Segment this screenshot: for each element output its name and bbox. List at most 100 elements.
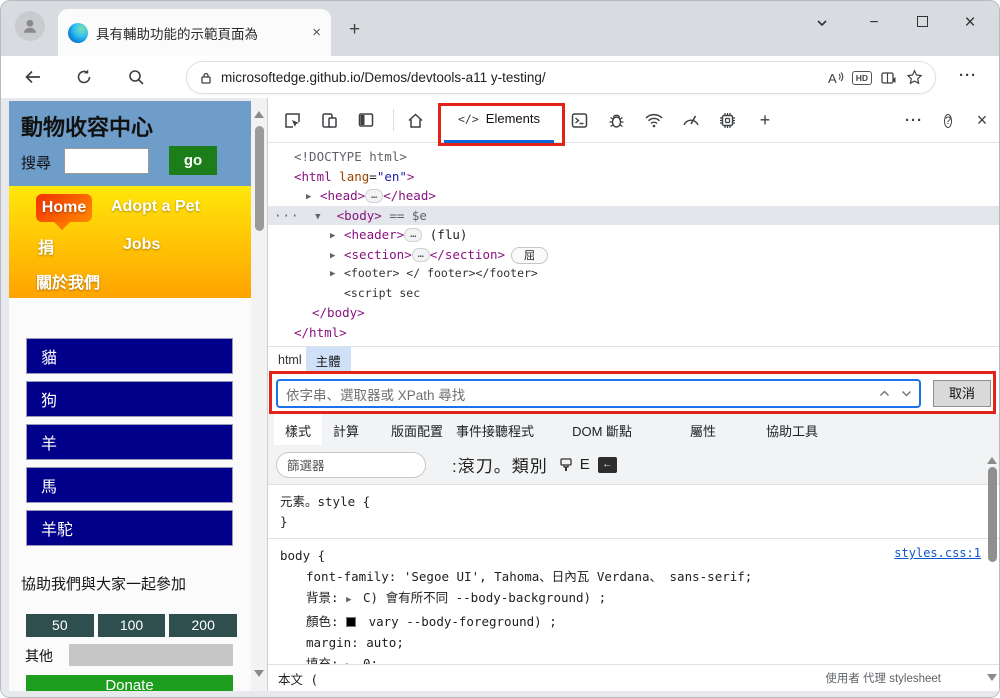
amount-button-100[interactable]: 100 <box>98 614 166 637</box>
expand-icon[interactable]: ▶ <box>306 188 320 208</box>
nav-about-us[interactable]: 關於我們 <box>36 269 100 293</box>
donate-button[interactable]: Donate <box>26 675 233 691</box>
refresh-button[interactable] <box>75 68 101 86</box>
panel-toggle-icon[interactable]: ← <box>598 457 617 473</box>
tab-computed[interactable]: 計算 <box>322 414 370 445</box>
device-emulation-icon[interactable] <box>317 108 341 132</box>
go-button[interactable]: go <box>169 146 217 175</box>
ellipsis-pill[interactable]: … <box>365 189 383 203</box>
devtools-more-icon[interactable]: ··· <box>901 112 927 129</box>
devtools-help-icon[interactable]: ? <box>935 111 961 129</box>
immersive-reader-icon[interactable] <box>880 70 898 86</box>
dom-doctype[interactable]: <!DOCTYPE html> <box>268 147 1000 167</box>
new-tab-button[interactable]: + <box>349 19 360 41</box>
scroll-up-icon[interactable] <box>987 452 997 464</box>
styles-scrollbar[interactable] <box>986 450 999 688</box>
browser-tab[interactable]: 具有輔助功能的示範頁面為 × <box>58 9 331 56</box>
url-bar[interactable]: microsoftedge.github.io/Demos/devtools-a… <box>186 61 936 94</box>
tab-styles[interactable]: 樣式 <box>274 414 322 445</box>
other-amount-input[interactable] <box>69 644 233 666</box>
css-property[interactable]: margin: auto; <box>280 632 989 653</box>
hov-cls-toggle[interactable]: :滾刀。類別 <box>452 452 548 477</box>
nav-adopt-a-pet[interactable]: Adopt a Pet <box>111 198 200 216</box>
ellipsis-pill[interactable]: … <box>404 228 422 242</box>
element-style-selector[interactable]: 元素。style { <box>280 492 989 512</box>
minimize-button[interactable]: − <box>863 14 885 32</box>
styles-scrollbar-thumb[interactable] <box>988 467 997 562</box>
dom-body-selected[interactable]: ··· ▼ <body> == $e <box>268 206 1000 226</box>
dom-html-open[interactable]: <html lang="en"> <box>268 167 1000 187</box>
css-property[interactable]: font-family: 'Segoe UI', Tahoma、日內瓦 Verd… <box>280 566 989 587</box>
node-more-icon[interactable]: ··· <box>274 208 300 223</box>
find-next-icon[interactable] <box>895 383 917 405</box>
expand-icon[interactable]: ▶ <box>346 595 351 605</box>
breadcrumb-html[interactable]: html <box>278 353 302 367</box>
amount-button-200[interactable]: 200 <box>169 614 237 637</box>
animal-button-sheep[interactable]: 羊 <box>26 424 233 460</box>
tab-event-listeners[interactable]: 事件接聽程式 <box>454 414 545 445</box>
url-text[interactable]: microsoftedge.github.io/Demos/devtools-a… <box>221 70 818 85</box>
expand-icon[interactable]: ▶ <box>330 265 344 285</box>
nav-home[interactable]: Home <box>36 194 92 222</box>
stylesheet-link[interactable]: styles.css:1 <box>894 546 981 560</box>
dom-head[interactable]: ▶<head>…</head> <box>268 186 1000 206</box>
dom-body-close[interactable]: </body> <box>268 303 1000 323</box>
inspect-element-icon[interactable] <box>280 108 304 132</box>
tab-close-icon[interactable]: × <box>312 24 321 41</box>
page-scrollbar[interactable] <box>251 98 267 691</box>
browser-menu-icon[interactable]: ··· <box>959 67 977 84</box>
dom-html-close[interactable]: </html> <box>268 323 1000 343</box>
dom-footer[interactable]: ▶<footer> </ footer></footer> <box>268 264 1000 284</box>
expand-icon[interactable]: ▶ <box>330 227 344 247</box>
css-property[interactable]: 背景: ▶ C) 會有所不同 --body-background) ; <box>280 587 989 611</box>
animal-button-dog[interactable]: 狗 <box>26 381 233 417</box>
dom-section[interactable]: ▶<section>…</section>屈 <box>268 245 1000 265</box>
performance-gauge-icon[interactable] <box>679 108 703 132</box>
tab-layout[interactable]: 版面配置 <box>380 414 454 445</box>
search-icon[interactable] <box>127 68 153 86</box>
color-swatch[interactable] <box>346 617 356 627</box>
browser-chevron-icon[interactable] <box>815 16 837 30</box>
styles-filter-input[interactable]: 篩選器 <box>276 452 426 478</box>
animal-button-cat[interactable]: 貓 <box>26 338 233 374</box>
memory-chip-icon[interactable] <box>716 108 740 132</box>
home-icon[interactable] <box>403 108 427 132</box>
page-scrollbar-thumb[interactable] <box>255 126 264 231</box>
collapse-icon[interactable]: ▼ <box>315 208 329 228</box>
devtools-close-icon[interactable]: × <box>969 110 995 131</box>
nav-jobs[interactable]: Jobs <box>123 236 160 254</box>
favorites-star-icon[interactable] <box>906 69 923 86</box>
read-aloud-icon[interactable]: A <box>826 70 844 86</box>
cancel-button[interactable]: 取消 <box>933 380 991 407</box>
hd-badge-icon[interactable]: HD <box>852 71 872 85</box>
issues-bug-icon[interactable] <box>605 108 629 132</box>
page-search-input[interactable] <box>64 148 149 174</box>
brush-icon[interactable] <box>558 457 574 473</box>
e-label[interactable]: E <box>580 456 590 473</box>
network-wifi-icon[interactable] <box>642 108 666 132</box>
find-input[interactable]: 依字串、選取器或 XPath 尋找 <box>276 379 921 408</box>
close-window-button[interactable]: × <box>959 12 981 34</box>
dom-header[interactable]: ▶<header>… (flu) <box>268 225 1000 245</box>
tab-properties[interactable]: 屬性 <box>679 414 727 445</box>
tab-dom-breakpoints[interactable]: DOM 斷點 <box>561 414 643 445</box>
scroll-up-icon[interactable] <box>254 106 264 118</box>
dock-side-icon[interactable] <box>354 108 378 132</box>
scroll-down-icon[interactable] <box>254 670 264 682</box>
element-style-rule[interactable]: 元素。style { } <box>268 485 1000 538</box>
back-button[interactable] <box>23 67 49 87</box>
tab-accessibility[interactable]: 協助工具 <box>755 414 829 445</box>
ellipsis-pill[interactable]: … <box>412 248 430 262</box>
amount-button-50[interactable]: 50 <box>26 614 94 637</box>
nav-donate[interactable]: 捐 <box>38 234 54 258</box>
profile-avatar-icon[interactable] <box>15 11 45 41</box>
animal-button-horse[interactable]: 馬 <box>26 467 233 503</box>
dom-script[interactable]: <script sec <box>268 284 1000 304</box>
more-tabs-plus-icon[interactable]: + <box>753 108 777 132</box>
maximize-button[interactable] <box>911 14 933 32</box>
find-previous-icon[interactable] <box>873 383 895 405</box>
css-property[interactable]: 顏色: vary --body-foreground) ; <box>280 611 989 632</box>
layout-badge[interactable]: 屈 <box>511 247 548 264</box>
tab-elements[interactable]: </> Elements <box>444 98 554 143</box>
scroll-down-icon[interactable] <box>987 674 997 686</box>
